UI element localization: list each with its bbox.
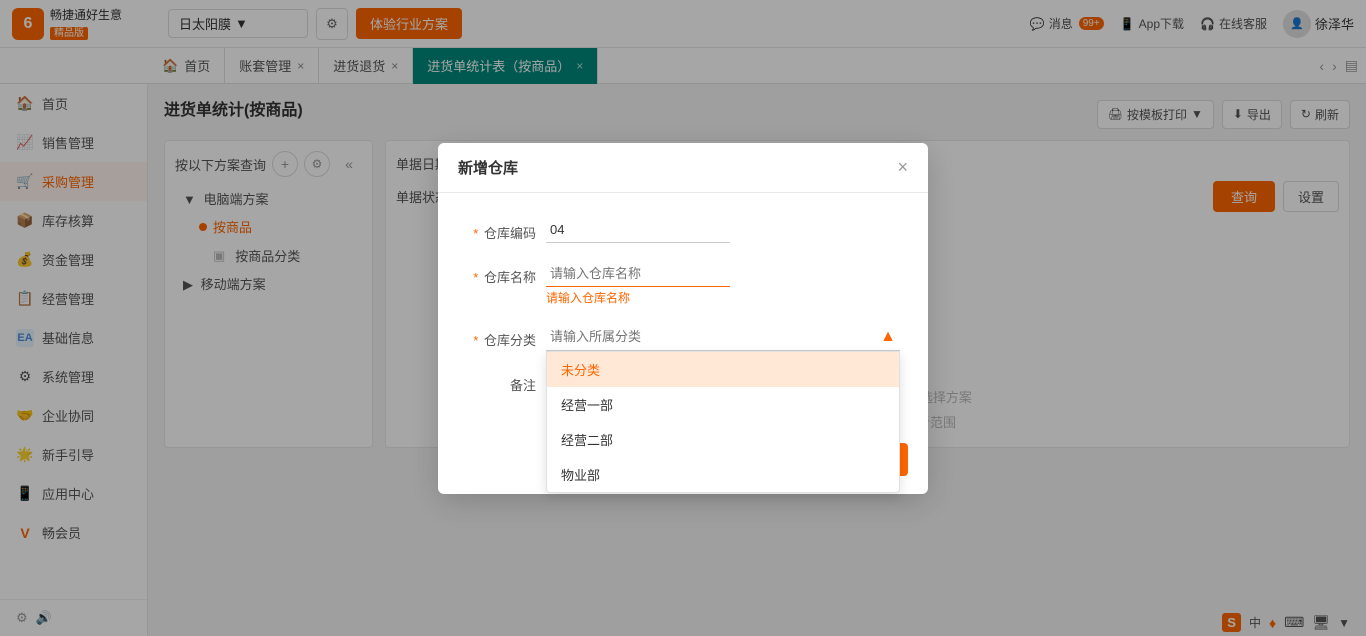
category-input-box: ▲ 未分类 经营一部 经营二部 物业部 bbox=[546, 324, 900, 351]
dropdown-item-property[interactable]: 物业部 bbox=[547, 457, 899, 492]
category-label: * 仓库分类 bbox=[466, 324, 536, 349]
name-label: * 仓库名称 bbox=[466, 261, 536, 286]
modal-new-warehouse: 新增仓库 × * 仓库编码 * 仓库名称 bbox=[438, 143, 928, 494]
category-toggle-icon[interactable]: ▲ bbox=[880, 328, 896, 346]
category-dropdown: 未分类 经营一部 经营二部 物业部 bbox=[546, 351, 900, 493]
form-row-code: * 仓库编码 bbox=[466, 217, 900, 243]
modal-header: 新增仓库 × bbox=[438, 143, 928, 193]
dropdown-item-dept1[interactable]: 经营一部 bbox=[547, 387, 899, 422]
name-input[interactable] bbox=[546, 261, 730, 287]
modal-title: 新增仓库 bbox=[458, 157, 518, 178]
required-star-code: * bbox=[473, 226, 478, 241]
form-row-category: * 仓库分类 ▲ 未分类 经营一部 bbox=[466, 324, 900, 351]
required-star-name: * bbox=[473, 270, 478, 285]
code-input[interactable] bbox=[546, 217, 730, 243]
modal-body: * 仓库编码 * 仓库名称 请输入仓库名称 bbox=[438, 193, 928, 433]
name-error-msg: 请输入仓库名称 bbox=[546, 289, 900, 306]
dropdown-item-unclassified[interactable]: 未分类 bbox=[547, 352, 899, 387]
category-input[interactable] bbox=[550, 329, 880, 344]
required-star-category: * bbox=[473, 333, 478, 348]
name-input-box: 请输入仓库名称 bbox=[546, 261, 900, 306]
code-label: * 仓库编码 bbox=[466, 217, 536, 242]
category-input-wrap: ▲ bbox=[546, 324, 900, 351]
modal-close-button[interactable]: × bbox=[897, 158, 908, 176]
note-label: 备注 bbox=[466, 369, 536, 394]
code-input-box bbox=[546, 217, 900, 243]
form-row-name: * 仓库名称 请输入仓库名称 bbox=[466, 261, 900, 306]
modal-overlay: 新增仓库 × * 仓库编码 * 仓库名称 bbox=[0, 0, 1366, 636]
dropdown-item-dept2[interactable]: 经营二部 bbox=[547, 422, 899, 457]
